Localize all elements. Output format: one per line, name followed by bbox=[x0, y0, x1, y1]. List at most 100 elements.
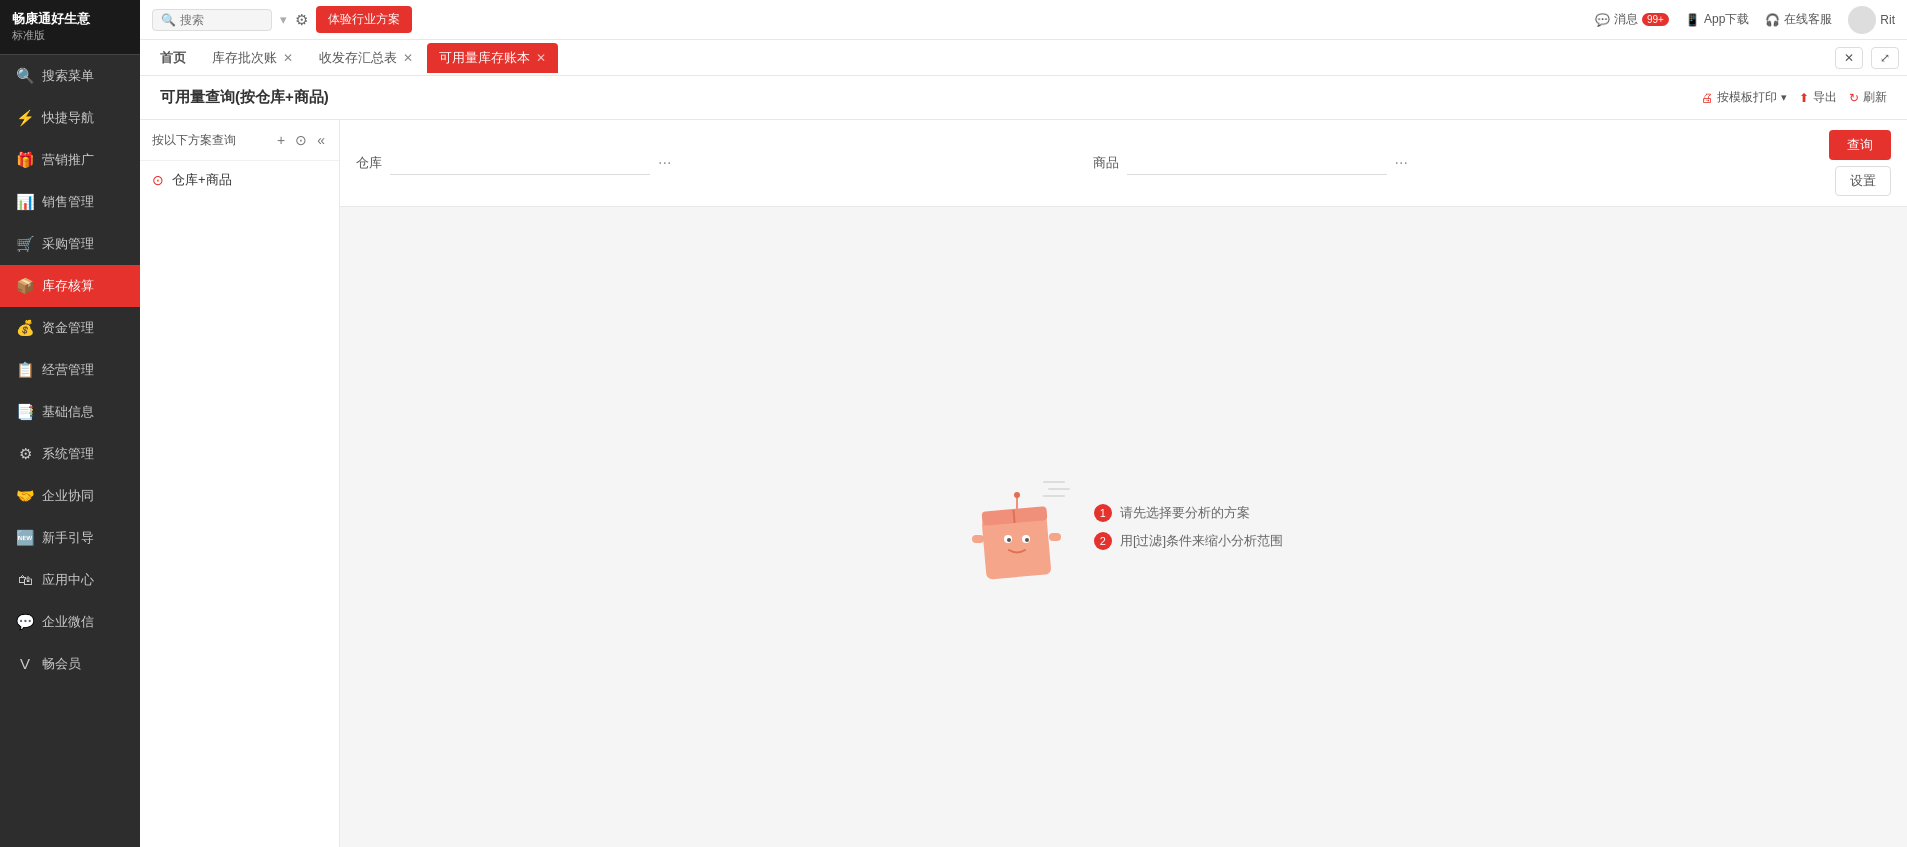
product-field: 商品 ··· bbox=[1093, 151, 1814, 175]
hint-1-num: 1 bbox=[1094, 504, 1112, 522]
svg-point-11 bbox=[1014, 492, 1020, 498]
tab-expand-btn[interactable]: ⤢ bbox=[1871, 47, 1899, 69]
user-name: Rit bbox=[1880, 13, 1895, 27]
tab-batch-account-close[interactable]: ✕ bbox=[283, 51, 293, 65]
svg-line-5 bbox=[1013, 510, 1014, 523]
tabbar: 首页 库存批次账 ✕ 收发存汇总表 ✕ 可用量库存账本 ✕ ✕ ⤢ bbox=[140, 40, 1907, 76]
warehouse-more-btn[interactable]: ··· bbox=[658, 154, 671, 172]
print-btn[interactable]: 🖨 按模板打印 ▾ bbox=[1701, 89, 1787, 106]
tab-collect-summary[interactable]: 收发存汇总表 ✕ bbox=[307, 43, 425, 73]
topbar-dropdown-arrow[interactable]: ▾ bbox=[280, 12, 287, 27]
refresh-label: 刷新 bbox=[1863, 89, 1887, 106]
sidebar-item-search[interactable]: 🔍 搜索菜单 bbox=[0, 55, 140, 97]
tab-collect-summary-label: 收发存汇总表 bbox=[319, 49, 397, 67]
page-header: 可用量查询(按仓库+商品) 🖨 按模板打印 ▾ ⬆ 导出 ↻ 刷新 bbox=[140, 76, 1907, 120]
export-btn[interactable]: ⬆ 导出 bbox=[1799, 89, 1837, 106]
empty-svg bbox=[964, 477, 1074, 587]
empty-hints: 1 请先选择要分析的方案 2 用[过滤]条件来缩小分析范围 bbox=[1094, 504, 1283, 550]
sidebar-item-label: 经营管理 bbox=[42, 361, 94, 379]
svg-rect-13 bbox=[1049, 533, 1061, 541]
sidebar-scroll: 🔍 搜索菜单 ⚡ 快捷导航 🎁 营销推广 📊 销售管理 🛒 采购管理 📦 库存核… bbox=[0, 55, 140, 847]
user-area[interactable]: Rit bbox=[1848, 6, 1895, 34]
sidebar-item-label: 新手引导 bbox=[42, 529, 94, 547]
headset-icon: 🎧 bbox=[1765, 13, 1780, 27]
settings-btn[interactable]: 设置 bbox=[1835, 166, 1891, 196]
sidebar-item-system[interactable]: ⚙ 系统管理 bbox=[0, 433, 140, 475]
filter-settings-btn[interactable]: ⊙ bbox=[293, 130, 309, 150]
search-input[interactable] bbox=[180, 13, 260, 27]
topbar-search-box[interactable]: 🔍 bbox=[152, 9, 272, 31]
filter-item-warehouse-product[interactable]: ⊙ 仓库+商品 bbox=[140, 161, 339, 199]
filter-header: 按以下方案查询 + ⊙ « bbox=[140, 120, 339, 161]
tab-available-ledger-close[interactable]: ✕ bbox=[536, 51, 546, 65]
sidebar-item-inventory[interactable]: 📦 库存核算 bbox=[0, 265, 140, 307]
hint-1-text: 请先选择要分析的方案 bbox=[1120, 504, 1250, 522]
product-input[interactable] bbox=[1127, 151, 1387, 175]
handshake-icon: 🤝 bbox=[16, 487, 34, 505]
messages-btn[interactable]: 💬 消息 99+ bbox=[1595, 11, 1669, 28]
money-icon: 💰 bbox=[16, 319, 34, 337]
online-service-btn[interactable]: 🎧 在线客服 bbox=[1765, 11, 1832, 28]
filter-add-btn[interactable]: + bbox=[275, 130, 287, 150]
refresh-btn[interactable]: ↻ 刷新 bbox=[1849, 89, 1887, 106]
filter-actions: + ⊙ « bbox=[275, 130, 327, 150]
sidebar-item-member[interactable]: V 畅会员 bbox=[0, 643, 140, 685]
tabbar-right: ✕ ⤢ bbox=[1835, 47, 1899, 69]
tab-home[interactable]: 首页 bbox=[148, 43, 198, 73]
search-icon: 🔍 bbox=[161, 13, 176, 27]
query-right-buttons: 查询 设置 bbox=[1829, 130, 1891, 196]
filter-item-label: 仓库+商品 bbox=[172, 171, 232, 189]
sidebar-item-finance[interactable]: 💰 资金管理 bbox=[0, 307, 140, 349]
tab-batch-account[interactable]: 库存批次账 ✕ bbox=[200, 43, 305, 73]
tab-collect-summary-close[interactable]: ✕ bbox=[403, 51, 413, 65]
sidebar-item-label: 营销推广 bbox=[42, 151, 94, 169]
tab-available-ledger[interactable]: 可用量库存账本 ✕ bbox=[427, 43, 558, 73]
hint-2-num: 2 bbox=[1094, 532, 1112, 550]
sidebar-item-purchase[interactable]: 🛒 采购管理 bbox=[0, 223, 140, 265]
filter-title: 按以下方案查询 bbox=[152, 132, 236, 149]
sidebar-item-label: 资金管理 bbox=[42, 319, 94, 337]
doc-icon: 📑 bbox=[16, 403, 34, 421]
topbar-right: 💬 消息 99+ 📱 App下载 🎧 在线客服 Rit bbox=[1595, 6, 1895, 34]
sidebar-item-quick-nav[interactable]: ⚡ 快捷导航 bbox=[0, 97, 140, 139]
print-label: 按模板打印 bbox=[1717, 89, 1777, 106]
edition-label: 标准版 bbox=[12, 28, 128, 43]
vip-icon: V bbox=[16, 655, 34, 672]
sidebar-item-operations[interactable]: 📋 经营管理 bbox=[0, 349, 140, 391]
empty-hint-2: 2 用[过滤]条件来缩小分析范围 bbox=[1094, 532, 1283, 550]
sidebar-item-enterprise-wechat[interactable]: 💬 企业微信 bbox=[0, 601, 140, 643]
sidebar-item-cooperation[interactable]: 🤝 企业协同 bbox=[0, 475, 140, 517]
print-dropdown-icon[interactable]: ▾ bbox=[1781, 91, 1787, 104]
refresh-icon: ↻ bbox=[1849, 91, 1859, 105]
sidebar-logo: 畅康通好生意 标准版 bbox=[0, 0, 140, 55]
tab-close-btn[interactable]: ✕ bbox=[1835, 47, 1863, 69]
warehouse-input[interactable] bbox=[390, 151, 650, 175]
sidebar-item-label: 销售管理 bbox=[42, 193, 94, 211]
new-icon: 🆕 bbox=[16, 529, 34, 547]
tab-available-ledger-label: 可用量库存账本 bbox=[439, 49, 530, 67]
company-name: 畅康通好生意 bbox=[12, 10, 128, 28]
phone-icon: 📱 bbox=[1685, 13, 1700, 27]
product-more-btn[interactable]: ··· bbox=[1395, 154, 1408, 172]
industry-btn[interactable]: 体验行业方案 bbox=[316, 6, 412, 33]
collapse-icon: « bbox=[317, 132, 325, 148]
product-label: 商品 bbox=[1093, 154, 1119, 172]
sidebar-item-basic-info[interactable]: 📑 基础信息 bbox=[0, 391, 140, 433]
online-service-label: 在线客服 bbox=[1784, 11, 1832, 28]
sidebar-item-marketing[interactable]: 🎁 营销推广 bbox=[0, 139, 140, 181]
sidebar-item-app-center[interactable]: 🛍 应用中心 bbox=[0, 559, 140, 601]
user-avatar bbox=[1848, 6, 1876, 34]
gift-icon: 🎁 bbox=[16, 151, 34, 169]
clipboard-icon: 📋 bbox=[16, 361, 34, 379]
app-download-btn[interactable]: 📱 App下载 bbox=[1685, 11, 1749, 28]
filter-collapse-btn[interactable]: « bbox=[315, 130, 327, 150]
sidebar-item-label: 搜索菜单 bbox=[42, 67, 94, 85]
sidebar-item-sales[interactable]: 📊 销售管理 bbox=[0, 181, 140, 223]
sidebar-item-label: 基础信息 bbox=[42, 403, 94, 421]
warehouse-field: 仓库 ··· bbox=[356, 151, 1077, 175]
topbar-gear-icon[interactable]: ⚙ bbox=[295, 11, 308, 29]
svg-point-8 bbox=[1007, 538, 1011, 542]
sidebar-item-guide[interactable]: 🆕 新手引导 bbox=[0, 517, 140, 559]
query-btn[interactable]: 查询 bbox=[1829, 130, 1891, 160]
export-icon: ⬆ bbox=[1799, 91, 1809, 105]
